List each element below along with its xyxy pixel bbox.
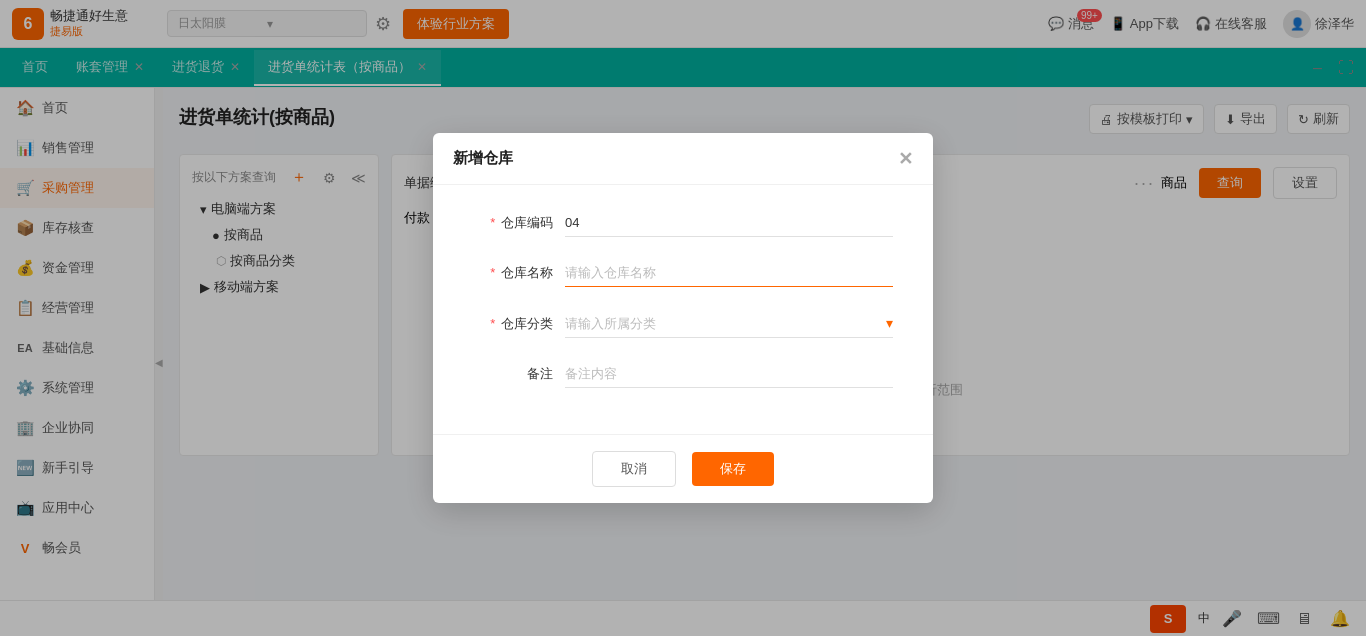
modal-overlay[interactable]: 新增仓库 ✕ * 仓库编码 * 仓库名称 — [0, 0, 1366, 636]
category-label: * 仓库分类 — [473, 315, 553, 333]
category-select[interactable]: 请输入所属分类 — [565, 316, 886, 331]
modal-body: * 仓库编码 * 仓库名称 * 仓库分类 — [433, 185, 933, 434]
note-input[interactable] — [565, 360, 893, 388]
required-star-name: * — [490, 265, 495, 280]
save-button[interactable]: 保存 — [692, 452, 774, 486]
modal-footer: 取消 保存 — [433, 434, 933, 503]
code-label: * 仓库编码 — [473, 214, 553, 232]
category-chevron-icon: ▾ — [886, 315, 893, 331]
modal-close-button[interactable]: ✕ — [898, 150, 913, 168]
required-star: * — [490, 215, 495, 230]
note-label: 备注 — [473, 365, 553, 383]
form-row-note: 备注 — [473, 360, 893, 388]
name-label: * 仓库名称 — [473, 264, 553, 282]
form-row-code: * 仓库编码 — [473, 209, 893, 237]
category-select-wrap: 请输入所属分类 ▾ — [565, 309, 893, 338]
name-input[interactable] — [565, 259, 893, 287]
form-row-name: * 仓库名称 — [473, 259, 893, 287]
modal-header: 新增仓库 ✕ — [433, 133, 933, 185]
cancel-button[interactable]: 取消 — [592, 451, 676, 487]
modal-title: 新增仓库 — [453, 149, 513, 168]
code-input[interactable] — [565, 209, 893, 237]
form-row-category: * 仓库分类 请输入所属分类 ▾ — [473, 309, 893, 338]
required-star-cat: * — [490, 316, 495, 331]
modal-dialog: 新增仓库 ✕ * 仓库编码 * 仓库名称 — [433, 133, 933, 503]
